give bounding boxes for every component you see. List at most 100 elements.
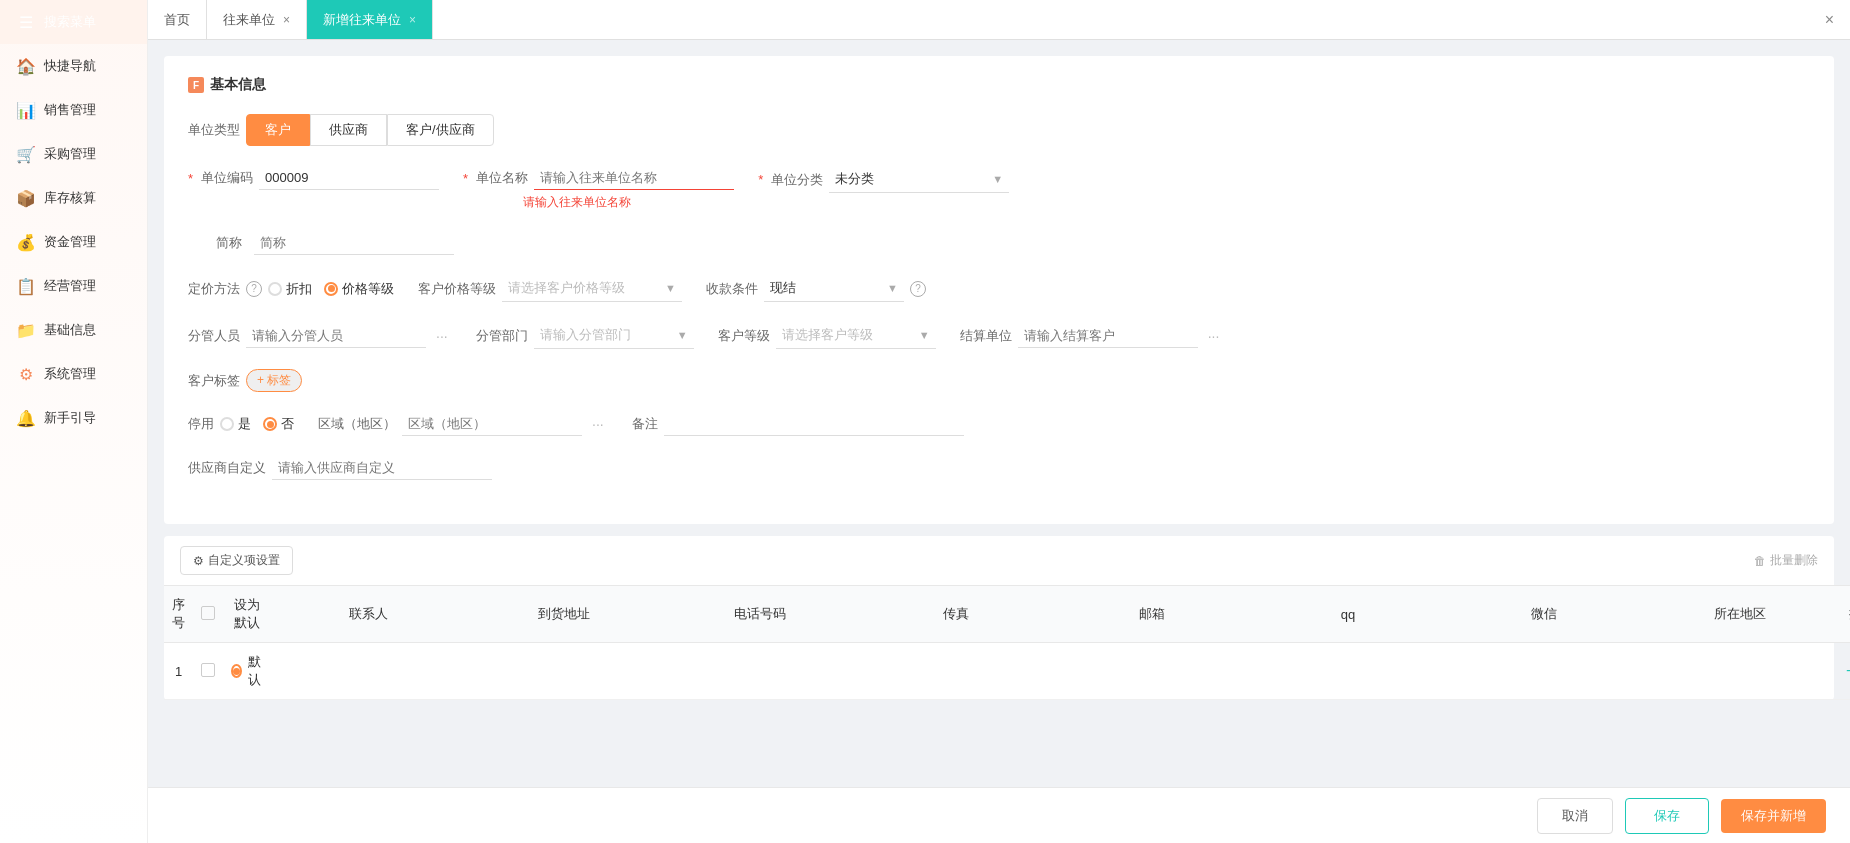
category-select[interactable]: 未分类 ▼	[829, 166, 1009, 193]
supplier-custom-label: 供应商自定义	[188, 459, 266, 477]
custom-settings-button[interactable]: ⚙ 自定义项设置	[180, 546, 293, 575]
disable-no-radio[interactable]: 否	[263, 415, 294, 433]
qq-input[interactable]	[1258, 660, 1438, 683]
disable-field: 停用 是 否	[188, 415, 294, 433]
email-input[interactable]	[1062, 660, 1242, 683]
code-input[interactable]	[259, 166, 439, 190]
save-button[interactable]: 保存	[1625, 798, 1709, 834]
section-title: F 基本信息	[188, 76, 1810, 94]
region-field: 区域（地区） ···	[318, 412, 608, 436]
tab-new-partner[interactable]: 新增往来单位 ×	[307, 0, 433, 39]
settlement-more-btn[interactable]: ···	[1204, 328, 1224, 344]
sidebar-search[interactable]: ☰ 搜索菜单	[0, 0, 147, 44]
contact-input[interactable]	[278, 660, 458, 683]
quick-nav-icon: 🏠	[16, 56, 36, 76]
row-contact[interactable]	[270, 643, 466, 700]
row-qq[interactable]	[1250, 643, 1446, 700]
col-checkbox[interactable]	[193, 586, 223, 643]
batch-delete-button[interactable]: 🗑 批量删除	[1754, 552, 1818, 569]
customer-price-select[interactable]: 请选择客户价格等级 ▼	[502, 275, 682, 302]
fax-input[interactable]	[866, 660, 1046, 683]
row-email[interactable]	[1054, 643, 1250, 700]
sidebar-item-system[interactable]: ⚙ 系统管理	[0, 352, 147, 396]
tab-home-label: 首页	[164, 11, 190, 29]
tab-partners[interactable]: 往来单位 ×	[207, 0, 307, 39]
row-default-radio[interactable]: 默认	[231, 653, 262, 689]
manager-more-btn[interactable]: ···	[432, 328, 452, 344]
code-required: *	[188, 171, 193, 186]
sales-icon: 📊	[16, 100, 36, 120]
table-row: 1 默认	[164, 643, 1850, 700]
price-level-radio-circle	[324, 282, 338, 296]
address-input[interactable]	[474, 660, 654, 683]
sidebar-item-guide[interactable]: 🔔 新手引导	[0, 396, 147, 440]
select-all-checkbox[interactable]	[201, 606, 215, 620]
contact-table: 序号 设为默认 联系人 到货地址 电话号码 传真 邮箱 qq 微信 所在地区 操…	[164, 585, 1850, 700]
cancel-button[interactable]: 取消	[1537, 798, 1613, 834]
tab-partners-close[interactable]: ×	[283, 13, 290, 27]
payment-help-icon[interactable]: ?	[910, 281, 926, 297]
name-field: * 单位名称	[463, 166, 734, 190]
manager-label: 分管人员	[188, 327, 240, 345]
row-default-cell: 默认	[223, 643, 270, 700]
pricing-row: 定价方法 ? 折扣 价格等级 客户价格等级	[188, 275, 1810, 302]
phone-input[interactable]	[670, 660, 850, 683]
sidebar-item-sales[interactable]: 📊 销售管理	[0, 88, 147, 132]
sidebar-search-label: 搜索菜单	[44, 13, 96, 31]
sidebar-item-label: 基础信息	[44, 321, 96, 339]
section-icon: F	[188, 77, 204, 93]
sidebar-item-basic[interactable]: 📁 基础信息	[0, 308, 147, 352]
unit-type-customer-btn[interactable]: 客户	[246, 114, 310, 146]
sidebar-item-inventory[interactable]: 📦 库存核算	[0, 176, 147, 220]
dept-select[interactable]: 请输入分管部门 ▼	[534, 322, 694, 349]
tab-new-partner-close[interactable]: ×	[409, 13, 416, 27]
region-input[interactable]	[402, 412, 582, 436]
guide-icon: 🔔	[16, 408, 36, 428]
pricing-help-icon[interactable]: ?	[246, 281, 262, 297]
payment-label: 收款条件	[706, 280, 758, 298]
save-new-button[interactable]: 保存并新增	[1721, 799, 1826, 833]
customer-price-placeholder: 请选择客户价格等级	[508, 279, 661, 297]
settlement-input[interactable]	[1018, 324, 1198, 348]
contact-table-section: ⚙ 自定义项设置 🗑 批量删除 序号 设为默认 联系人 到货地址 电话	[164, 536, 1834, 700]
abbr-input[interactable]	[254, 231, 454, 255]
sidebar-item-label: 经营管理	[44, 277, 96, 295]
discount-label: 折扣	[286, 280, 312, 298]
default-radio-circle	[231, 664, 242, 678]
sidebar-item-quick-nav[interactable]: 🏠 快捷导航	[0, 44, 147, 88]
add-tag-button[interactable]: + 标签	[246, 369, 302, 392]
pricing-discount-radio[interactable]: 折扣	[268, 280, 312, 298]
row-checkbox-cell[interactable]	[193, 643, 223, 700]
supplier-custom-input[interactable]	[272, 456, 492, 480]
row-add-button[interactable]: +	[1846, 662, 1850, 680]
row-wechat[interactable]	[1446, 643, 1642, 700]
row-fax[interactable]	[858, 643, 1054, 700]
name-input[interactable]	[534, 166, 734, 190]
row-checkbox[interactable]	[201, 663, 215, 677]
tab-home[interactable]: 首页	[148, 0, 207, 39]
remark-input[interactable]	[664, 412, 964, 436]
payment-select[interactable]: 现结 ▼	[764, 275, 904, 302]
wechat-input[interactable]	[1454, 660, 1634, 683]
row-region-input[interactable]	[1650, 660, 1830, 683]
region-more-btn[interactable]: ···	[588, 416, 608, 432]
row-region[interactable]	[1642, 643, 1838, 700]
category-chevron-icon: ▼	[992, 173, 1003, 185]
tags-field: 客户标签 + 标签	[188, 369, 302, 392]
unit-type-both-btn[interactable]: 客户/供应商	[387, 114, 494, 146]
pricing-level-radio[interactable]: 价格等级	[324, 280, 394, 298]
abbr-field: 简称	[188, 231, 454, 255]
disable-yes-radio[interactable]: 是	[220, 415, 251, 433]
sidebar-item-operation[interactable]: 📋 经营管理	[0, 264, 147, 308]
unit-type-supplier-btn[interactable]: 供应商	[310, 114, 387, 146]
disable-label: 停用	[188, 415, 214, 433]
row-phone[interactable]	[662, 643, 858, 700]
sidebar-item-purchase[interactable]: 🛒 采购管理	[0, 132, 147, 176]
row-address[interactable]	[466, 643, 662, 700]
manager-input[interactable]	[246, 324, 426, 348]
payment-chevron: ▼	[887, 282, 898, 294]
sidebar-item-label: 资金管理	[44, 233, 96, 251]
window-close-button[interactable]: ×	[1809, 11, 1850, 29]
sidebar-item-finance[interactable]: 💰 资金管理	[0, 220, 147, 264]
customer-level-select[interactable]: 请选择客户等级 ▼	[776, 322, 936, 349]
